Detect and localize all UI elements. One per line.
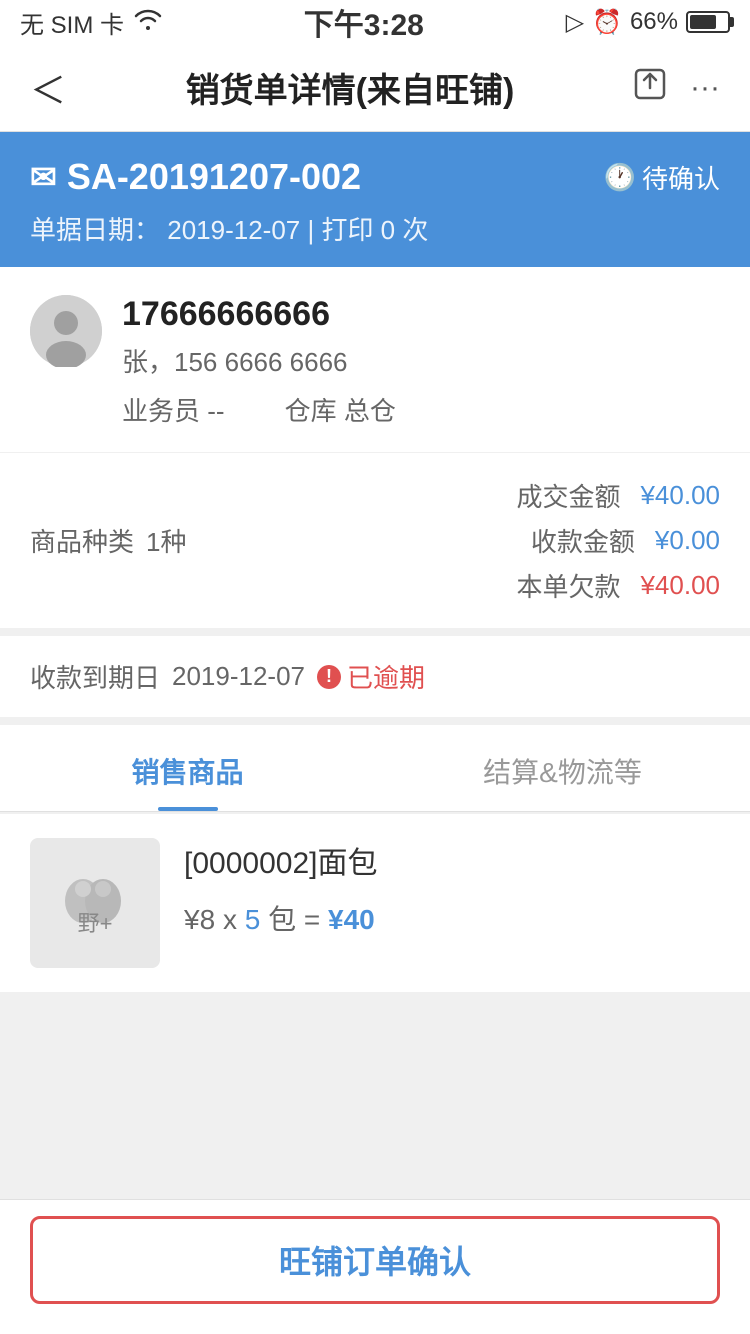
battery-percent: 66%	[630, 8, 678, 36]
more-button[interactable]: ···	[690, 71, 720, 105]
product-price: ¥8 x 5 包 = ¥40	[184, 898, 720, 938]
due-date-section: 收款到期日 2019-12-07 ! 已逾期	[0, 636, 750, 725]
product-quantity: 5	[245, 904, 261, 935]
customer-section: 17666666666 张，156 6666 6666 业务员 -- 仓库 总仓	[0, 267, 750, 453]
transaction-amount: ¥40.00	[640, 480, 720, 511]
due-label: 收款到期日	[30, 658, 160, 695]
tab-settlement[interactable]: 结算&物流等	[375, 725, 750, 811]
avatar	[30, 295, 102, 367]
product-section: 野+ [0000002]面包 ¥8 x 5 包 = ¥40	[0, 814, 750, 992]
status-clock-icon: 🕐	[604, 162, 636, 193]
warehouse-label: 仓库 总仓	[285, 391, 396, 428]
alarm-icon: ⏰	[592, 8, 622, 37]
tab-products[interactable]: 销售商品	[0, 725, 375, 811]
customer-info: 17666666666 张，156 6666 6666 业务员 -- 仓库 总仓	[122, 295, 720, 428]
carrier-label: 无 SIM 卡	[20, 5, 124, 40]
svg-text:野+: 野+	[78, 911, 113, 936]
product-logo: 野+	[45, 849, 145, 958]
back-button[interactable]: ＜	[30, 62, 66, 114]
owed-amount: ¥40.00	[640, 570, 720, 601]
bottom-bar: 旺铺订单确认	[0, 1199, 750, 1334]
time-label: 下午3:28	[304, 0, 424, 44]
tabs-section: 销售商品 结算&物流等	[0, 725, 750, 812]
order-date-line: 单据日期： 2019-12-07 | 打印 0 次	[30, 210, 720, 247]
product-total: ¥40	[328, 904, 375, 935]
customer-meta: 业务员 -- 仓库 总仓	[122, 391, 720, 428]
collected-row: 收款金额 ¥0.00	[531, 522, 720, 559]
collected-amount: ¥0.00	[655, 525, 720, 556]
battery-icon	[686, 11, 730, 33]
confirm-order-button[interactable]: 旺铺订单确认	[30, 1216, 720, 1304]
amounts-info: 成交金额 ¥40.00 收款金额 ¥0.00 本单欠款 ¥40.00	[375, 477, 720, 604]
category-info: 商品种类 1种	[30, 477, 375, 604]
nav-bar: ＜ 销货单详情(来自旺铺) ···	[0, 44, 750, 132]
wifi-icon	[134, 8, 162, 37]
customer-name: 张，156 6666 6666	[122, 342, 720, 379]
due-date: 2019-12-07	[172, 661, 305, 692]
sales-label: 业务员 --	[122, 391, 225, 428]
customer-phone: 17666666666	[122, 295, 720, 334]
status-left: 无 SIM 卡	[20, 5, 162, 40]
order-header-card: ✉ SA-20191207-002 🕐 待确认 单据日期： 2019-12-07…	[0, 132, 750, 267]
summary-section: 商品种类 1种 成交金额 ¥40.00 收款金额 ¥0.00 本单欠款 ¥40.…	[0, 453, 750, 636]
header-top: ✉ SA-20191207-002 🕐 待确认	[30, 156, 720, 198]
status-bar: 无 SIM 卡 下午3:28 ▷ ⏰ 66%	[0, 0, 750, 44]
transaction-row: 成交金额 ¥40.00	[516, 477, 720, 514]
share-button[interactable]	[634, 68, 666, 108]
product-info: [0000002]面包 ¥8 x 5 包 = ¥40	[184, 838, 720, 938]
product-image: 野+	[30, 838, 160, 968]
overdue-badge: ! 已逾期	[317, 658, 425, 695]
warning-icon: !	[317, 665, 341, 689]
nav-actions: ···	[634, 68, 720, 108]
order-id: ✉ SA-20191207-002	[30, 156, 361, 198]
page-title: 销货单详情(来自旺铺)	[186, 63, 515, 112]
overdue-text: 已逾期	[347, 658, 425, 695]
order-icon: ✉	[30, 158, 57, 196]
product-name: [0000002]面包	[184, 838, 720, 882]
owed-row: 本单欠款 ¥40.00	[516, 567, 720, 604]
status-right: ▷ ⏰ 66%	[566, 8, 730, 37]
location-icon: ▷	[566, 8, 584, 37]
order-status: 🕐 待确认	[604, 159, 720, 196]
